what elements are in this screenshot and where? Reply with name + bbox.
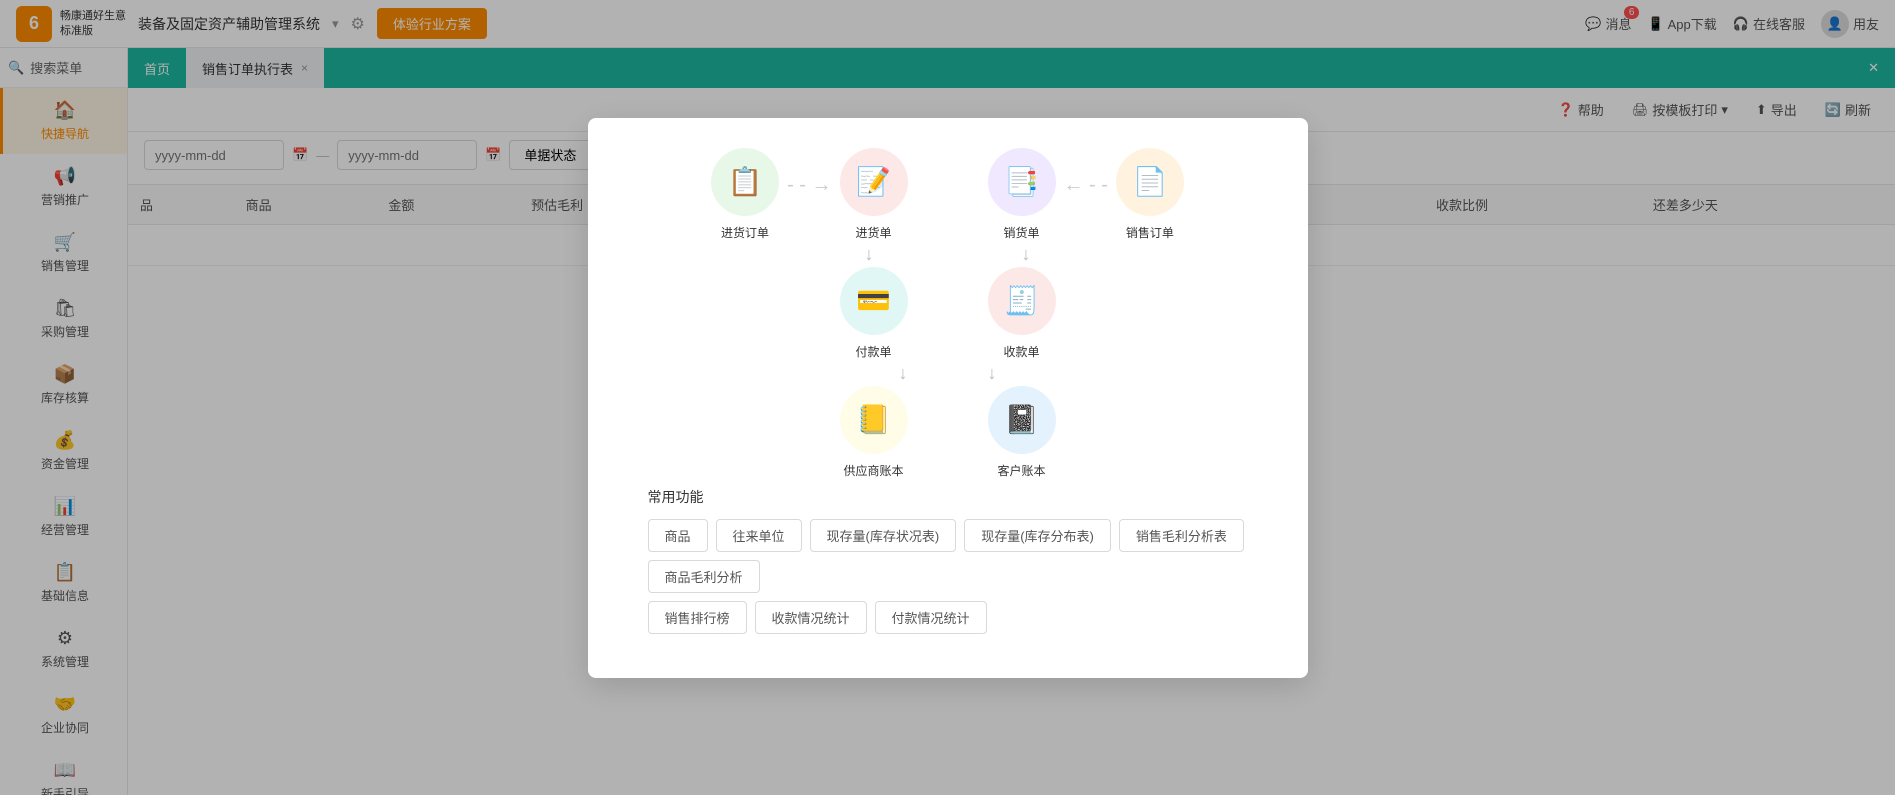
customer-ledger-icon: 📓: [988, 386, 1056, 454]
flow-supplier-ledger: 📒 供应商账本: [840, 386, 908, 479]
modal-overlay[interactable]: 📋 进货订单 - - → 📝 进货单: [0, 0, 1895, 795]
func-btn-sales-margin-analysis[interactable]: 销售毛利分析表: [1119, 519, 1244, 552]
flow-purchase-receipt: 📝 进货单: [840, 148, 908, 241]
purchase-order-icon: 📋: [711, 148, 779, 216]
supplier-ledger-label: 供应商账本: [843, 462, 903, 479]
flow-receipt: 🧾 收款单: [988, 267, 1056, 360]
flow-payment: 💳 付款单: [840, 267, 908, 360]
purchase-order-label: 进货订单: [721, 224, 769, 241]
payment-label: 付款单: [855, 343, 891, 360]
arrow-v1: ↓: [865, 245, 874, 263]
flow-customer-ledger: 📓 客户账本: [988, 386, 1056, 479]
arrow-h1: - - →: [787, 174, 831, 197]
common-funcs-section: 常用功能 商品 往来单位 现存量(库存状况表) 现存量(库存分布表) 销售毛利分…: [628, 487, 1268, 662]
sales-order-doc-icon: 📄: [1116, 148, 1184, 216]
arrow-v3: ↓: [899, 364, 908, 382]
func-btn-current-stock-dist[interactable]: 现存量(库存分布表): [964, 519, 1111, 552]
func-btn-sales-ranking[interactable]: 销售排行榜: [648, 601, 747, 634]
sales-order-doc-label: 销售订单: [1126, 224, 1174, 241]
receipt-label: 收款单: [1003, 343, 1039, 360]
sales-order-flow-icon: 📑: [988, 148, 1056, 216]
func-btns-row1: 商品 往来单位 现存量(库存状况表) 现存量(库存分布表) 销售毛利分析表 商品…: [648, 519, 1248, 593]
purchase-receipt-label: 进货单: [855, 224, 891, 241]
arrow-h2: ← - -: [1064, 174, 1108, 197]
flow-sales-order-flow: 📑 销货单: [988, 148, 1056, 241]
payment-icon: 💳: [840, 267, 908, 335]
supplier-ledger-icon: 📒: [840, 386, 908, 454]
purchase-receipt-icon: 📝: [840, 148, 908, 216]
arrow-v4: ↓: [988, 364, 997, 382]
arrow-v2: ↓: [1022, 245, 1031, 263]
sales-order-flow-label: 销货单: [1003, 224, 1039, 241]
flow-purchase-order: 📋 进货订单: [711, 148, 779, 241]
common-funcs-title: 常用功能: [648, 487, 1248, 507]
func-btn-receipt-stats[interactable]: 收款情况统计: [755, 601, 867, 634]
modal-body: 📋 进货订单 - - → 📝 进货单: [588, 118, 1308, 678]
func-btn-payment-stats[interactable]: 付款情况统计: [875, 601, 987, 634]
modal-dialog: 📋 进货订单 - - → 📝 进货单: [588, 118, 1308, 678]
func-btn-counterpart[interactable]: 往来单位: [716, 519, 802, 552]
func-btns-row2: 销售排行榜 收款情况统计 付款情况统计: [648, 601, 1248, 634]
func-btn-product[interactable]: 商品: [648, 519, 708, 552]
func-btn-current-stock-status[interactable]: 现存量(库存状况表): [810, 519, 957, 552]
flow-sales-order-doc: 📄 销售订单: [1116, 148, 1184, 241]
customer-ledger-label: 客户账本: [997, 462, 1045, 479]
func-btn-product-margin[interactable]: 商品毛利分析: [648, 560, 760, 593]
receipt-icon: 🧾: [988, 267, 1056, 335]
